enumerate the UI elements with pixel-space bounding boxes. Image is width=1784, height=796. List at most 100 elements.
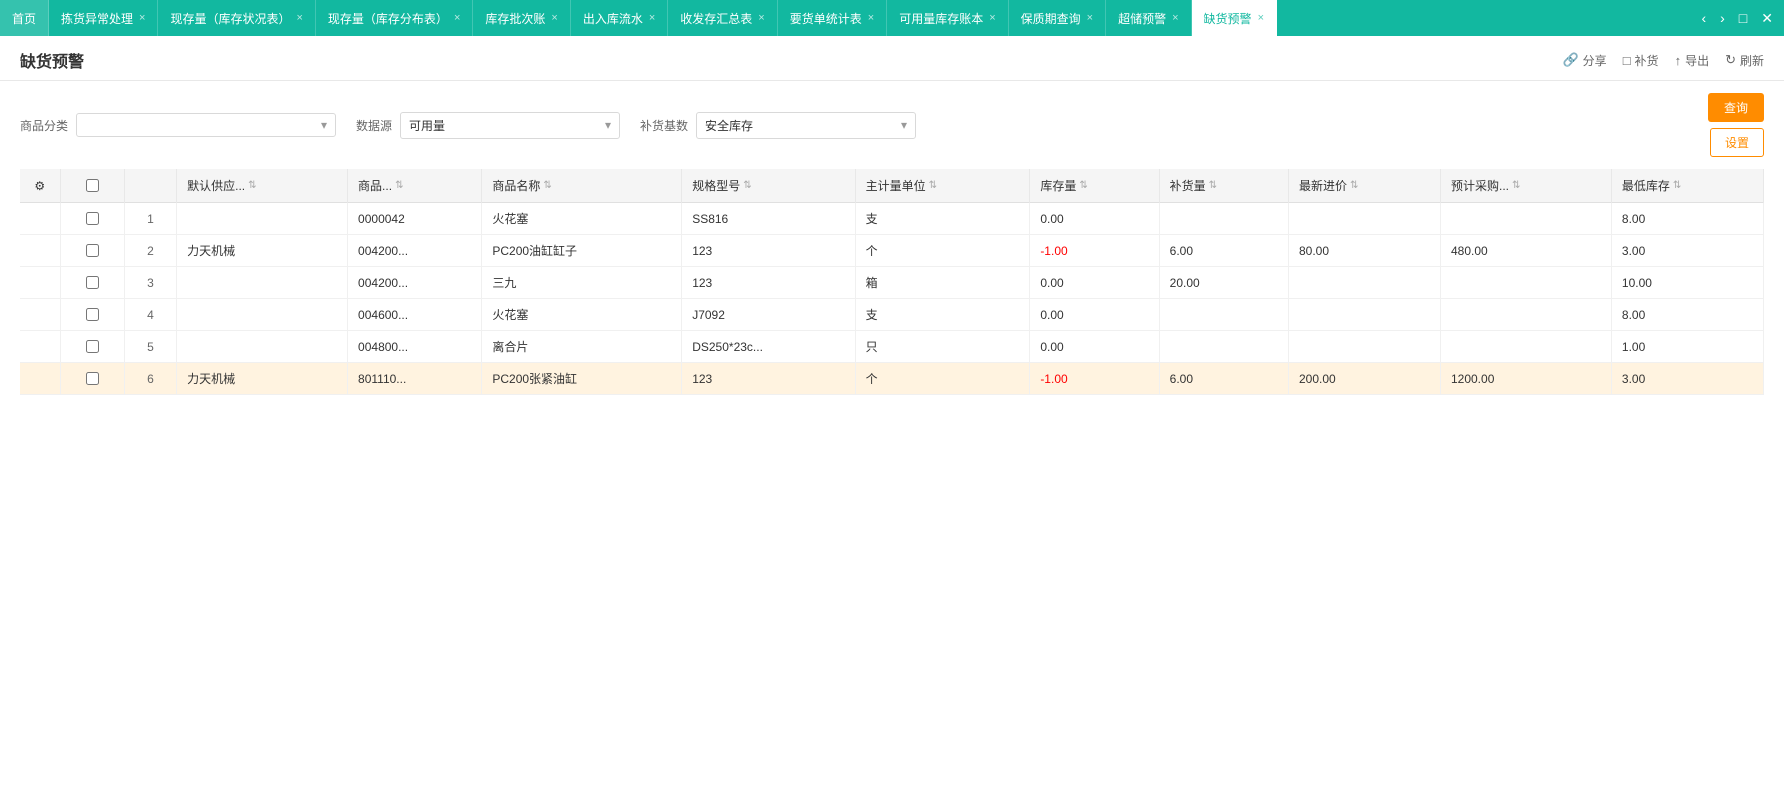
- tab-available-ledger[interactable]: 可用量库存账本 ×: [887, 0, 1008, 36]
- row-checkbox-1[interactable]: [86, 244, 99, 257]
- filter-right-actions: 查询 设置: [1708, 93, 1764, 157]
- row-stock-cell: -1.00: [1030, 363, 1159, 395]
- datasource-label: 数据源: [356, 117, 392, 134]
- row-stock-cell: 0.00: [1030, 203, 1159, 235]
- tab-close-all-button[interactable]: ✕: [1756, 8, 1778, 29]
- sort-icon-replenish: ⇅: [1209, 180, 1217, 191]
- row-replenish-cell: [1159, 299, 1288, 331]
- row-gear-cell: [20, 203, 60, 235]
- row-unit-cell: 个: [855, 363, 1030, 395]
- row-checkbox-4[interactable]: [86, 340, 99, 353]
- row-spec-cell: DS250*23c...: [682, 331, 855, 363]
- datasource-select[interactable]: 可用量 ▾: [400, 112, 620, 139]
- tab-restore-button[interactable]: □: [1734, 8, 1752, 28]
- th-est-purchase[interactable]: 预计采购... ⇅: [1440, 169, 1611, 203]
- row-checkbox-2[interactable]: [86, 276, 99, 289]
- row-minstock-cell: 8.00: [1611, 203, 1763, 235]
- row-checkbox-5[interactable]: [86, 372, 99, 385]
- replenish-basis-select[interactable]: 安全库存 ▾: [696, 112, 916, 139]
- th-latest-price[interactable]: 最新进价 ⇅: [1288, 169, 1440, 203]
- row-stock-cell: 0.00: [1030, 299, 1159, 331]
- close-tab-shortage[interactable]: ×: [1258, 12, 1264, 24]
- row-num-cell: 6: [124, 363, 176, 395]
- export-action[interactable]: ↑ 导出: [1675, 52, 1710, 69]
- close-tab-demand-stats[interactable]: ×: [868, 12, 874, 24]
- row-price-cell: [1288, 203, 1440, 235]
- row-num-cell: 2: [124, 235, 176, 267]
- th-spec[interactable]: 规格型号 ⇅: [682, 169, 855, 203]
- tab-expiry[interactable]: 保质期查询 ×: [1009, 0, 1106, 36]
- tab-next-button[interactable]: ›: [1715, 8, 1730, 28]
- select-all-checkbox[interactable]: [86, 179, 99, 192]
- row-checkbox-3[interactable]: [86, 308, 99, 321]
- close-tab-inventory-status[interactable]: ×: [296, 12, 302, 24]
- row-est-cell: 480.00: [1440, 235, 1611, 267]
- table-header-row: ⚙ 默认供应... ⇅: [20, 169, 1764, 203]
- th-unit[interactable]: 主计量单位 ⇅: [855, 169, 1030, 203]
- close-tab-exception[interactable]: ×: [139, 12, 145, 24]
- row-replenish-cell: 6.00: [1159, 363, 1288, 395]
- row-code-cell: 0000042: [348, 203, 482, 235]
- refresh-action[interactable]: ↻ 刷新: [1725, 52, 1764, 69]
- page-header: 缺货预警 🔗 分享 □ 补货 ↑ 导出 ↻ 刷新: [0, 36, 1784, 81]
- tab-overstock[interactable]: 超储预警 ×: [1106, 0, 1191, 36]
- close-tab-expiry[interactable]: ×: [1087, 12, 1093, 24]
- row-unit-cell: 只: [855, 331, 1030, 363]
- th-gear[interactable]: ⚙: [20, 169, 60, 203]
- th-checkbox: [60, 169, 124, 203]
- shortage-table: ⚙ 默认供应... ⇅: [20, 169, 1764, 395]
- settings-button[interactable]: 设置: [1710, 128, 1764, 157]
- tab-exception[interactable]: 拣货异常处理 ×: [49, 0, 158, 36]
- query-button[interactable]: 查询: [1708, 93, 1764, 122]
- row-spec-cell: 123: [682, 235, 855, 267]
- row-supplier-cell: 力天机械: [177, 363, 348, 395]
- close-tab-overstock[interactable]: ×: [1172, 12, 1178, 24]
- sort-icon-supplier: ⇅: [248, 180, 256, 191]
- main-content: 缺货预警 🔗 分享 □ 补货 ↑ 导出 ↻ 刷新 商品分类: [0, 36, 1784, 796]
- replenish-basis-value: 安全库存: [705, 117, 753, 134]
- tab-inventory-status[interactable]: 现存量（库存状况表） ×: [158, 0, 315, 36]
- sort-icon-code: ⇅: [395, 180, 403, 191]
- row-est-cell: [1440, 267, 1611, 299]
- close-tab-inout-flow[interactable]: ×: [649, 12, 655, 24]
- row-num-cell: 4: [124, 299, 176, 331]
- th-replenish-qty[interactable]: 补货量 ⇅: [1159, 169, 1288, 203]
- refresh-label: 刷新: [1740, 52, 1764, 69]
- table-container: ⚙ 默认供应... ⇅: [0, 169, 1784, 395]
- close-tab-batch-ledger[interactable]: ×: [551, 12, 557, 24]
- row-code-cell: 004200...: [348, 235, 482, 267]
- table-row: 3 004200... 三九 123 箱 0.00 20.00 10.00: [20, 267, 1764, 299]
- row-checkbox-cell: [60, 299, 124, 331]
- row-code-cell: 004200...: [348, 267, 482, 299]
- tab-home[interactable]: 首页: [0, 0, 49, 36]
- tab-prev-button[interactable]: ‹: [1696, 8, 1711, 28]
- close-tab-inventory-dist[interactable]: ×: [454, 12, 460, 24]
- row-code-cell: 004800...: [348, 331, 482, 363]
- sort-icon-min: ⇅: [1673, 180, 1681, 191]
- row-checkbox-0[interactable]: [86, 212, 99, 225]
- row-code-cell: 801110...: [348, 363, 482, 395]
- th-stock-qty[interactable]: 库存量 ⇅: [1030, 169, 1159, 203]
- tab-inventory-dist[interactable]: 现存量（库存分布表） ×: [316, 0, 473, 36]
- row-est-cell: [1440, 203, 1611, 235]
- row-minstock-cell: 3.00: [1611, 363, 1763, 395]
- th-min-stock[interactable]: 最低库存 ⇅: [1611, 169, 1763, 203]
- replenish-icon: □: [1623, 53, 1631, 68]
- category-select[interactable]: ▾: [76, 113, 336, 137]
- tab-batch-ledger[interactable]: 库存批次账 ×: [473, 0, 570, 36]
- table-row: 4 004600... 火花塞 J7092 支 0.00 8.00: [20, 299, 1764, 331]
- close-tab-available-ledger[interactable]: ×: [989, 12, 995, 24]
- th-product-code[interactable]: 商品... ⇅: [348, 169, 482, 203]
- tab-inout-flow[interactable]: 出入库流水 ×: [571, 0, 668, 36]
- tab-recv-summary[interactable]: 收发存汇总表 ×: [668, 0, 777, 36]
- share-action[interactable]: 🔗 分享: [1562, 52, 1606, 69]
- tab-demand-stats[interactable]: 要货单统计表 ×: [778, 0, 887, 36]
- replenish-basis-arrow-icon: ▾: [901, 118, 907, 132]
- replenish-action[interactable]: □ 补货: [1623, 52, 1659, 69]
- th-default-supplier[interactable]: 默认供应... ⇅: [177, 169, 348, 203]
- table-row: 2 力天机械 004200... PC200油缸缸子 123 个 -1.00 6…: [20, 235, 1764, 267]
- row-name-cell: 三九: [482, 267, 682, 299]
- tab-shortage[interactable]: 缺货预警 ×: [1192, 0, 1277, 36]
- th-product-name[interactable]: 商品名称 ⇅: [482, 169, 682, 203]
- close-tab-recv-summary[interactable]: ×: [758, 12, 764, 24]
